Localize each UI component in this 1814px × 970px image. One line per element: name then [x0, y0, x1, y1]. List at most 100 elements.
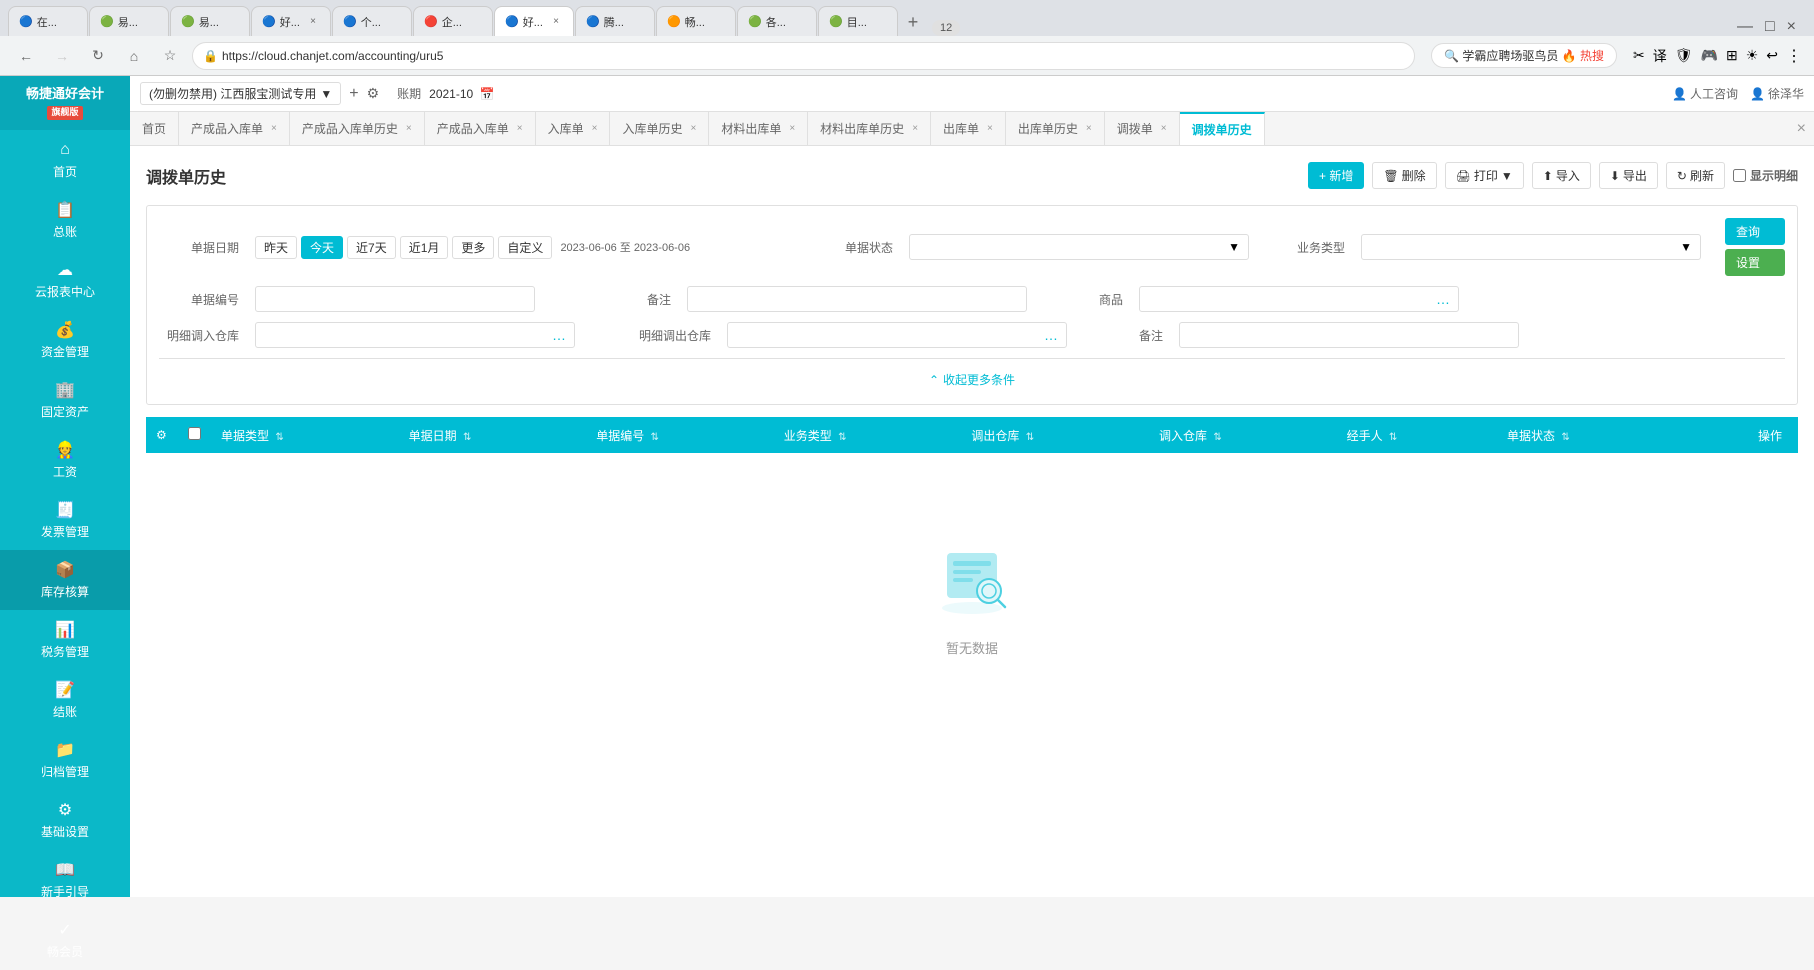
th-biz-type[interactable]: 业务类型 ⇅: [774, 417, 962, 453]
shield-icon[interactable]: 🛡: [1675, 47, 1693, 64]
tab-close-in-history[interactable]: ×: [690, 123, 696, 134]
tab-material-out[interactable]: 材料出库单 ×: [709, 112, 808, 146]
sidebar-item-asset[interactable]: 🏢 固定资产: [0, 370, 130, 430]
date-more[interactable]: 更多: [452, 236, 494, 259]
show-cols-toggle[interactable]: 显示明细: [1733, 167, 1798, 184]
undo-icon[interactable]: ↩: [1766, 47, 1778, 64]
user-profile-button[interactable]: 👤 徐泽华: [1750, 85, 1804, 102]
sidebar-item-ledger[interactable]: 📋 总账: [0, 190, 130, 250]
browser-tab-2[interactable]: 🟢 易...: [89, 6, 169, 36]
detail-note-input[interactable]: [1179, 322, 1519, 348]
sidebar-item-home[interactable]: ⌂ 首页: [0, 130, 130, 190]
select-all-checkbox[interactable]: [188, 427, 201, 440]
collapse-filter-button[interactable]: ⌃ 收起更多条件: [159, 367, 1785, 392]
tools-icon[interactable]: ✂: [1633, 47, 1645, 64]
sidebar-item-tax[interactable]: 📊 税务管理: [0, 610, 130, 670]
new-button[interactable]: + 新增: [1308, 162, 1364, 189]
sidebar-item-invoice[interactable]: 🧾 发票管理: [0, 490, 130, 550]
browser-tab-10[interactable]: 🟢 各...: [737, 6, 817, 36]
date-1month[interactable]: 近1月: [400, 236, 449, 259]
tab-in-order[interactable]: 入库单 ×: [536, 112, 611, 146]
forward-button[interactable]: →: [48, 42, 76, 70]
home-button[interactable]: ⌂: [120, 42, 148, 70]
tab-close-material-out[interactable]: ×: [789, 123, 795, 134]
tab-close-out-history[interactable]: ×: [1086, 123, 1092, 134]
th-handler[interactable]: 经手人 ⇅: [1337, 417, 1497, 453]
gamepad-icon[interactable]: 🎮: [1701, 47, 1718, 64]
status-select[interactable]: ▼: [909, 234, 1249, 260]
th-doc-status[interactable]: 单据状态 ⇅: [1497, 417, 1685, 453]
browser-tab-11[interactable]: 🟢 目...: [818, 6, 898, 36]
ai-consult-button[interactable]: 👤 人工咨询: [1672, 85, 1738, 102]
tab-out-history[interactable]: 出库单历史 ×: [1006, 112, 1105, 146]
sidebar-item-report[interactable]: ☁ 云报表中心: [0, 250, 130, 310]
th-in-warehouse[interactable]: 调入仓库 ⇅: [1149, 417, 1337, 453]
more-icon[interactable]: ⋮: [1786, 46, 1802, 66]
tab-close-in-order[interactable]: ×: [592, 123, 598, 134]
tab-product-in-history[interactable]: 产成品入库单历史 ×: [290, 112, 425, 146]
browser-tab-9[interactable]: 🟠 畅...: [656, 6, 736, 36]
tab-product-in2[interactable]: 产成品入库单 ×: [425, 112, 536, 146]
tab-close-product-in2[interactable]: ×: [517, 123, 523, 134]
sidebar-item-member[interactable]: ✓ 畅会员: [0, 910, 130, 970]
sidebar-item-settings[interactable]: ⚙ 基础设置: [0, 790, 130, 850]
tab-transfer[interactable]: 调拨单 ×: [1105, 112, 1180, 146]
period-value[interactable]: 2021-10 📅: [429, 87, 494, 101]
tab-material-out-history[interactable]: 材料出库单历史 ×: [808, 112, 931, 146]
browser-tab-7[interactable]: 🔵 好... ×: [494, 6, 574, 36]
detail-out-select[interactable]: …: [727, 322, 1067, 348]
close-all-tabs-button[interactable]: ×: [1797, 120, 1806, 138]
tab-close-product-in[interactable]: ×: [271, 123, 277, 134]
new-tab-button[interactable]: +: [899, 8, 927, 36]
bookmark-button[interactable]: ☆: [156, 42, 184, 70]
company-selector[interactable]: (勿删勿禁用) 江西服宝测试专用 ▼: [140, 82, 341, 105]
tab-home[interactable]: 首页: [130, 112, 179, 146]
tab-product-in[interactable]: 产成品入库单 ×: [179, 112, 290, 146]
sidebar-item-capital[interactable]: 💰 资金管理: [0, 310, 130, 370]
sidebar-item-archive[interactable]: 📁 归档管理: [0, 730, 130, 790]
grid-icon[interactable]: ⊞: [1726, 47, 1738, 64]
th-out-warehouse[interactable]: 调出仓库 ⇅: [961, 417, 1149, 453]
biz-type-select[interactable]: ▼: [1361, 234, 1701, 260]
refresh-button[interactable]: ↻ 刷新: [1666, 162, 1725, 189]
tab-close-material-out-history[interactable]: ×: [912, 123, 918, 134]
url-input[interactable]: 🔒 https://cloud.chanjet.com/accounting/u…: [192, 42, 1415, 70]
doc-no-input[interactable]: [255, 286, 535, 312]
add-company-button[interactable]: +: [349, 85, 358, 103]
tab-in-history[interactable]: 入库单历史 ×: [610, 112, 709, 146]
refresh-button[interactable]: ↻: [84, 42, 112, 70]
browser-tab-4[interactable]: 🔵 好... ×: [251, 6, 331, 36]
gear-settings-icon[interactable]: ⚙: [156, 428, 167, 442]
show-cols-checkbox[interactable]: [1733, 169, 1746, 182]
browser-tab-6[interactable]: 🔴 企...: [413, 6, 493, 36]
back-button[interactable]: ←: [12, 42, 40, 70]
delete-button[interactable]: 🗑 删除: [1372, 162, 1436, 189]
date-yesterday[interactable]: 昨天: [255, 236, 297, 259]
browser-tab-8[interactable]: 🔵 腾...: [575, 6, 655, 36]
tab-close-4[interactable]: ×: [306, 15, 320, 29]
settings-gear-icon[interactable]: ⚙: [367, 85, 380, 102]
print-button[interactable]: 🖨 打印 ▼: [1445, 162, 1524, 189]
tab-close-out-order[interactable]: ×: [987, 123, 993, 134]
tab-out-order[interactable]: 出库单 ×: [931, 112, 1006, 146]
export-button[interactable]: ⬇ 导出: [1599, 162, 1658, 189]
note-input[interactable]: [687, 286, 1027, 312]
minimize-button[interactable]: —: [1737, 18, 1753, 36]
brightness-icon[interactable]: ☀: [1746, 47, 1759, 64]
search-box[interactable]: 🔍 学霸应聘场驱鸟员 🔥 热搜: [1431, 43, 1617, 68]
date-7days[interactable]: 近7天: [347, 236, 396, 259]
browser-tab-1[interactable]: 🔵 在...: [8, 6, 88, 36]
th-doc-type[interactable]: 单据类型 ⇅: [211, 417, 399, 453]
sidebar-item-settle[interactable]: 📝 结账: [0, 670, 130, 730]
sidebar-item-guide[interactable]: 📖 新手引导: [0, 850, 130, 910]
browser-tab-5[interactable]: 🔵 个...: [332, 6, 412, 36]
tab-close-7[interactable]: ×: [549, 15, 563, 29]
date-custom[interactable]: 自定义: [498, 236, 552, 259]
th-doc-no[interactable]: 单据编号 ⇅: [586, 417, 774, 453]
close-window-button[interactable]: ×: [1787, 18, 1796, 36]
tab-close-product-in-history[interactable]: ×: [406, 123, 412, 134]
filter-settings-button[interactable]: 设置: [1725, 249, 1785, 276]
maximize-button[interactable]: □: [1765, 18, 1775, 36]
sidebar-item-wage[interactable]: 👷 工资: [0, 430, 130, 490]
goods-select[interactable]: …: [1139, 286, 1459, 312]
